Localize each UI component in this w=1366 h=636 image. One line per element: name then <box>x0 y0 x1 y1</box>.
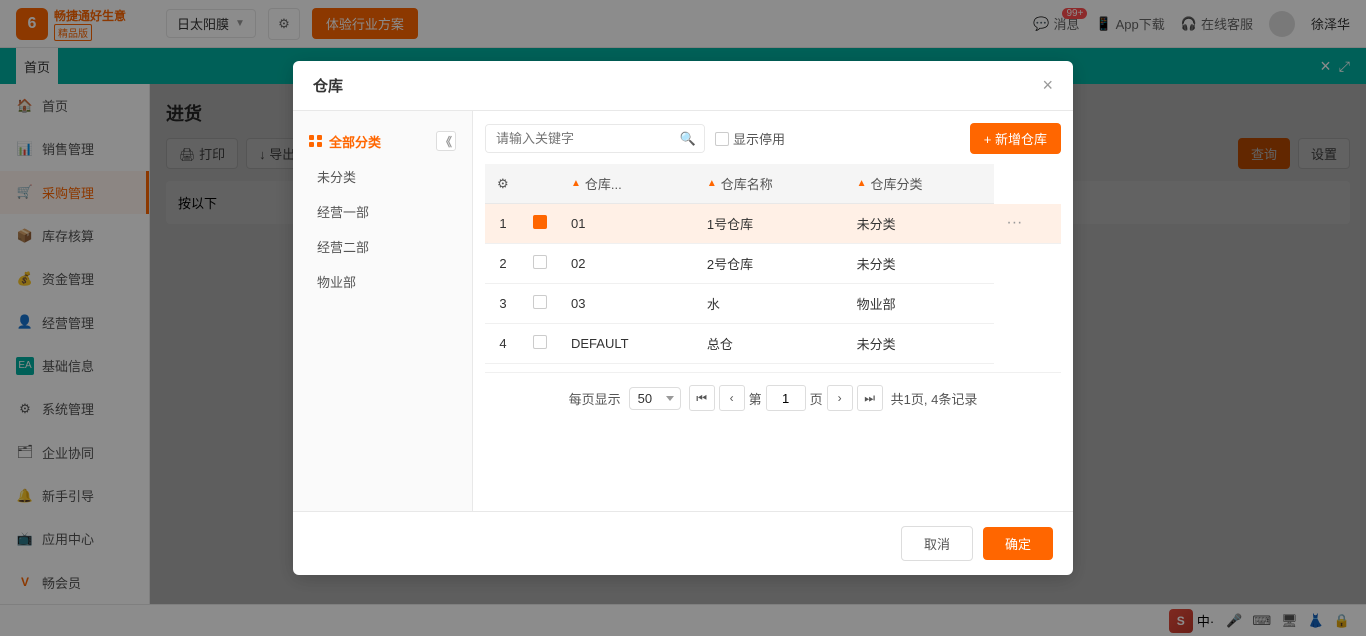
modal-close-button[interactable]: × <box>1042 75 1053 96</box>
category-panel: 全部分类 《 未分类 经营一部 经营二部 物业部 <box>293 111 473 511</box>
add-warehouse-button[interactable]: + 新增仓库 <box>970 123 1061 154</box>
category-item-uncategorized[interactable]: 未分类 <box>293 159 472 194</box>
page-prev-button[interactable]: ‹ <box>719 385 745 411</box>
page-number-input[interactable] <box>766 385 806 411</box>
table-row[interactable]: 2 02 2号仓库 未分类 <box>485 244 1061 284</box>
row-category: 未分类 <box>845 244 995 284</box>
row-code: 01 <box>559 204 695 244</box>
th-checkbox <box>521 164 559 204</box>
row-category: 未分类 <box>845 204 995 244</box>
modal-footer: 取消 确定 <box>293 511 1073 575</box>
row-num: 2 <box>485 244 521 284</box>
cancel-button[interactable]: 取消 <box>901 526 973 561</box>
modal-overlay: 仓库 × 全部分类 《 未分类 经营一部 经营二部 物业部 <box>0 0 1366 636</box>
warehouse-table: ⚙ ▲仓库... ▲仓库名称 ▲仓库分类 <box>485 164 1061 364</box>
show-disabled-label[interactable]: 显示停用 <box>715 129 785 148</box>
row-action-icon[interactable]: ··· <box>1006 214 1022 231</box>
row-checkbox-cell[interactable] <box>521 284 559 324</box>
show-disabled-checkbox[interactable] <box>715 132 729 146</box>
confirm-button[interactable]: 确定 <box>983 527 1053 560</box>
th-code: ▲仓库... <box>559 164 695 204</box>
modal-title: 仓库 <box>313 75 343 96</box>
th-name: ▲仓库名称 <box>695 164 845 204</box>
modal-header: 仓库 × <box>293 61 1073 111</box>
warehouse-list-panel: 🔍 显示停用 + 新增仓库 ⚙ ▲仓库 <box>473 111 1073 511</box>
row-category: 未分类 <box>845 324 995 364</box>
row-num: 4 <box>485 324 521 364</box>
collapse-panel-button[interactable]: 《 <box>436 131 456 151</box>
row-checkbox-cell[interactable] <box>521 244 559 284</box>
row-category: 物业部 <box>845 284 995 324</box>
th-settings: ⚙ <box>485 164 521 204</box>
row-checkbox-cell[interactable] <box>521 324 559 364</box>
row-code: 03 <box>559 284 695 324</box>
page-first-button[interactable]: ⏮ <box>689 385 715 411</box>
row-checkbox-cell[interactable] <box>521 204 559 244</box>
th-category: ▲仓库分类 <box>845 164 995 204</box>
row-num: 3 <box>485 284 521 324</box>
pagination: 每页显示 50 100 ⏮ ‹ 第 页 › ⏭ 共1页, 4条记录 <box>485 372 1061 419</box>
all-category-item[interactable]: 全部分类 《 <box>293 123 472 159</box>
page-nav: ⏮ ‹ 第 页 › ⏭ <box>689 385 883 411</box>
page-last-button[interactable]: ⏭ <box>857 385 883 411</box>
search-input[interactable] <box>486 125 704 152</box>
row-name: 水 <box>695 284 845 324</box>
category-item-ops1[interactable]: 经营一部 <box>293 194 472 229</box>
grid-icon <box>309 135 323 147</box>
modal-body: 全部分类 《 未分类 经营一部 经营二部 物业部 🔍 <box>293 111 1073 511</box>
table-row[interactable]: 3 03 水 物业部 <box>485 284 1061 324</box>
search-input-wrap: 🔍 <box>485 124 705 153</box>
row-name: 1号仓库 <box>695 204 845 244</box>
search-icon[interactable]: 🔍 <box>680 131 696 147</box>
table-row[interactable]: 1 01 1号仓库 未分类 ··· <box>485 204 1061 244</box>
warehouse-modal: 仓库 × 全部分类 《 未分类 经营一部 经营二部 物业部 <box>293 61 1073 575</box>
table-row[interactable]: 4 DEFAULT 总仓 未分类 <box>485 324 1061 364</box>
row-code: DEFAULT <box>559 324 695 364</box>
row-name: 总仓 <box>695 324 845 364</box>
page-next-button[interactable]: › <box>827 385 853 411</box>
row-num: 1 <box>485 204 521 244</box>
row-name: 2号仓库 <box>695 244 845 284</box>
category-item-property[interactable]: 物业部 <box>293 264 472 299</box>
category-item-ops2[interactable]: 经营二部 <box>293 229 472 264</box>
page-size-select[interactable]: 50 100 <box>629 387 681 410</box>
row-action-cell[interactable]: ··· <box>994 204 1061 244</box>
row-code: 02 <box>559 244 695 284</box>
search-bar: 🔍 显示停用 + 新增仓库 <box>485 123 1061 154</box>
